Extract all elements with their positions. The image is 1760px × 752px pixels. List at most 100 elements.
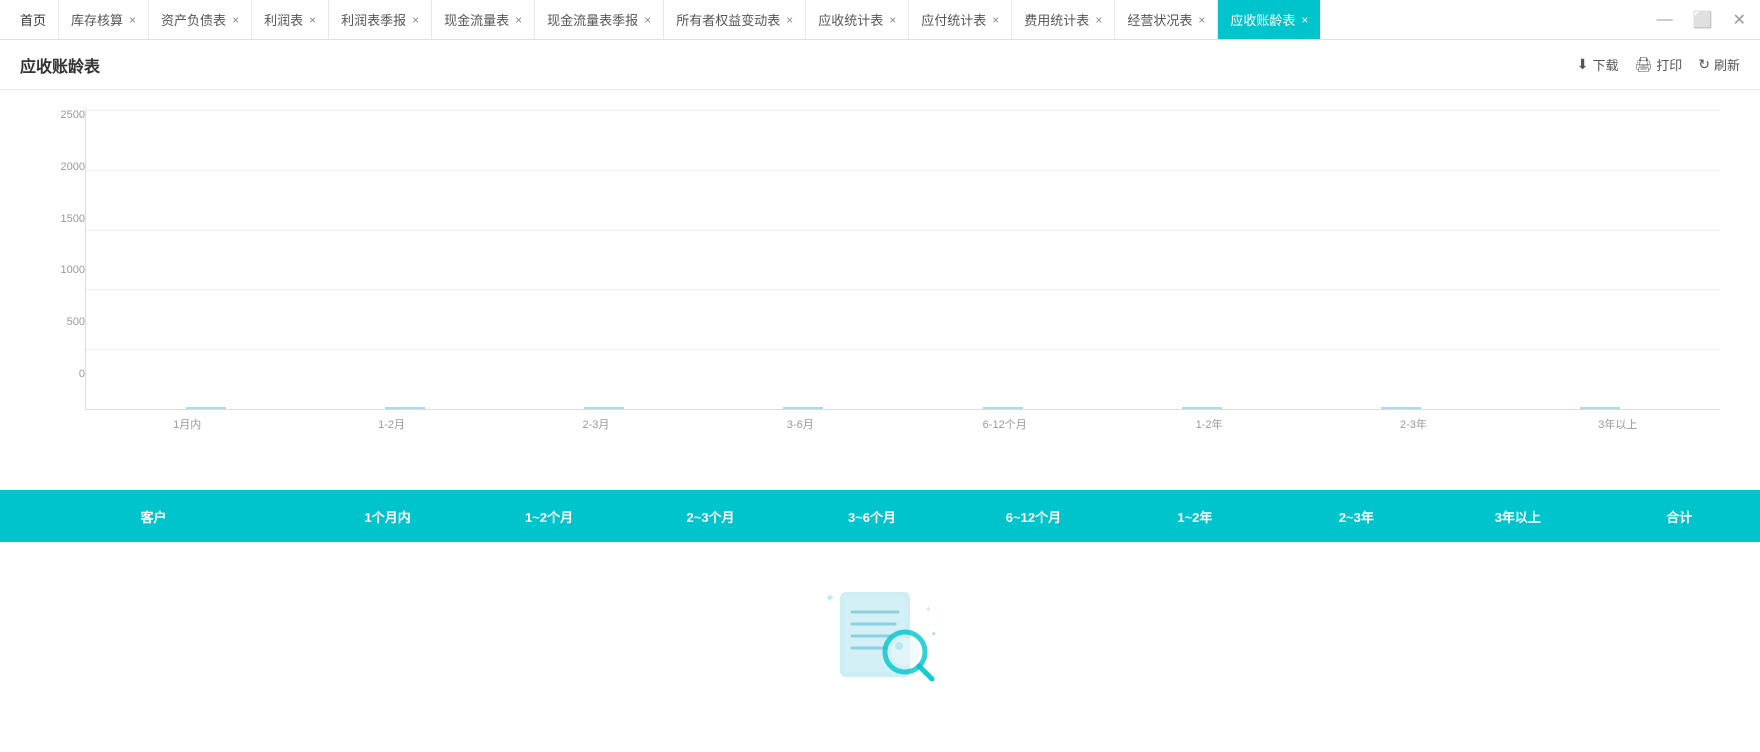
tab-cashflow-quarterly-close[interactable]: ×	[644, 13, 651, 27]
tab-expense-stats-label: 费用统计表	[1024, 10, 1089, 29]
bars-container	[86, 110, 1720, 409]
bar-group-6	[1102, 407, 1301, 409]
y-label-500: 500	[40, 317, 85, 328]
bar-3-6-month	[783, 407, 823, 409]
tab-ap-stats-close[interactable]: ×	[992, 13, 999, 27]
window-close-button[interactable]: ✕	[1727, 6, 1752, 34]
tab-profit-quarterly-label: 利润表季报	[341, 10, 406, 29]
th-customer: 客户	[0, 507, 307, 526]
bar-1-2-year	[1182, 407, 1222, 409]
bar-group-5	[903, 407, 1102, 409]
bar-group-4	[704, 407, 903, 409]
th-2-3month: 2~3个月	[630, 507, 791, 526]
empty-state: ✦ ✦ •	[0, 542, 1760, 752]
main-content: 0 500 1000 1500 2000 2500	[0, 90, 1760, 752]
tab-cashflow-label: 现金流量表	[444, 10, 509, 29]
x-label-1: 1月内	[85, 416, 289, 432]
bar-group-3	[505, 407, 704, 409]
tab-inventory[interactable]: 库存核算 ×	[59, 0, 149, 40]
download-icon: ⬇	[1577, 56, 1589, 73]
y-label-0: 0	[40, 369, 85, 380]
y-label-2000: 2000	[40, 162, 85, 173]
bar-1-2-month	[385, 407, 425, 409]
refresh-button[interactable]: ↻ 刷新	[1698, 55, 1740, 74]
bar-2-3-year	[1381, 407, 1421, 409]
x-label-6: 1-2年	[1107, 416, 1311, 432]
x-label-5: 6-12个月	[903, 416, 1107, 432]
tab-equity-label: 所有者权益变动表	[676, 10, 780, 29]
tab-profit-label: 利润表	[264, 10, 303, 29]
th-1month: 1个月内	[307, 507, 468, 526]
th-6-12month: 6~12个月	[953, 507, 1114, 526]
bar-3-plus-year	[1580, 407, 1620, 409]
tab-balance-close[interactable]: ×	[232, 13, 239, 27]
tab-expense-stats-close[interactable]: ×	[1095, 13, 1102, 27]
tab-ar-aging-close[interactable]: ×	[1301, 13, 1308, 27]
tab-home[interactable]: 首页	[8, 0, 59, 40]
tab-operations-label: 经营状况表	[1127, 10, 1192, 29]
tab-balance[interactable]: 资产负债表 ×	[149, 0, 252, 40]
x-label-7: 2-3年	[1311, 416, 1515, 432]
print-label: 打印	[1656, 55, 1682, 74]
tab-bar-actions: — ⬜ ✕	[1651, 6, 1752, 34]
y-label-1000: 1000	[40, 265, 85, 276]
tab-cashflow-quarterly[interactable]: 现金流量表季报 ×	[535, 0, 664, 40]
x-axis: 1月内 1-2月 2-3月 3-6月 6-12个月 1-2年 2-3年 3年以上	[85, 410, 1720, 432]
window-maximize-button[interactable]: ⬜	[1687, 6, 1719, 34]
th-total: 合计	[1599, 507, 1760, 526]
window-minimize-button[interactable]: —	[1651, 7, 1679, 33]
tab-inventory-label: 库存核算	[71, 10, 123, 29]
tab-bar: 首页 库存核算 × 资产负债表 × 利润表 × 利润表季报 × 现金流量表 × …	[0, 0, 1760, 40]
bar-6-12-month	[983, 407, 1023, 409]
th-1-2year: 1~2年	[1114, 507, 1275, 526]
x-label-3: 2-3月	[494, 416, 698, 432]
tab-profit[interactable]: 利润表 ×	[252, 0, 329, 40]
empty-illustration: ✦ ✦ •	[820, 582, 940, 692]
tab-balance-label: 资产负债表	[161, 10, 226, 29]
th-1-2month: 1~2个月	[468, 507, 629, 526]
tab-operations[interactable]: 经营状况表 ×	[1115, 0, 1218, 40]
x-label-2: 1-2月	[289, 416, 493, 432]
tab-operations-close[interactable]: ×	[1198, 13, 1205, 27]
tab-inventory-close[interactable]: ×	[129, 13, 136, 27]
page-header: 应收账龄表 ⬇ 下载 🖨 打印 ↻ 刷新	[0, 40, 1760, 90]
refresh-label: 刷新	[1714, 55, 1740, 74]
th-2-3year: 2~3年	[1276, 507, 1437, 526]
tab-ar-stats-close[interactable]: ×	[889, 13, 896, 27]
bar-2-3-month	[584, 407, 624, 409]
y-label-1500: 1500	[40, 214, 85, 225]
bar-group-8	[1501, 407, 1700, 409]
th-3-6month: 3~6个月	[791, 507, 952, 526]
bar-group-1	[106, 407, 305, 409]
tab-ap-stats[interactable]: 应付统计表 ×	[909, 0, 1012, 40]
tab-equity-close[interactable]: ×	[786, 13, 793, 27]
bar-group-7	[1302, 407, 1501, 409]
tab-cashflow-quarterly-label: 现金流量表季报	[547, 10, 638, 29]
empty-icon: ✦ ✦ •	[820, 582, 940, 692]
th-3plus-year: 3年以上	[1437, 507, 1598, 526]
tab-ap-stats-label: 应付统计表	[921, 10, 986, 29]
page-title: 应收账龄表	[20, 53, 100, 77]
y-label-2500: 2500	[40, 110, 85, 121]
download-button[interactable]: ⬇ 下载	[1577, 55, 1619, 74]
tab-cashflow-close[interactable]: ×	[515, 13, 522, 27]
table-header: 客户 1个月内 1~2个月 2~3个月 3~6个月 6~12个月 1~2年 2~…	[0, 490, 1760, 542]
x-label-4: 3-6月	[698, 416, 902, 432]
refresh-icon: ↻	[1698, 56, 1710, 73]
chart-area: 0 500 1000 1500 2000 2500	[0, 90, 1760, 490]
print-icon: 🖨	[1634, 56, 1652, 73]
tab-ar-aging[interactable]: 应收账龄表 ×	[1218, 0, 1321, 40]
tab-profit-quarterly-close[interactable]: ×	[412, 13, 419, 27]
download-label: 下载	[1592, 55, 1618, 74]
header-actions: ⬇ 下载 🖨 打印 ↻ 刷新	[1577, 55, 1740, 74]
tab-expense-stats[interactable]: 费用统计表 ×	[1012, 0, 1115, 40]
home-label: 首页	[20, 10, 46, 29]
tab-profit-quarterly[interactable]: 利润表季报 ×	[329, 0, 432, 40]
tab-ar-stats-label: 应收统计表	[818, 10, 883, 29]
tab-ar-stats[interactable]: 应收统计表 ×	[806, 0, 909, 40]
tab-profit-close[interactable]: ×	[309, 13, 316, 27]
tab-equity[interactable]: 所有者权益变动表 ×	[664, 0, 806, 40]
svg-text:✦: ✦	[825, 591, 835, 605]
tab-cashflow[interactable]: 现金流量表 ×	[432, 0, 535, 40]
print-button[interactable]: 🖨 打印	[1634, 55, 1682, 74]
